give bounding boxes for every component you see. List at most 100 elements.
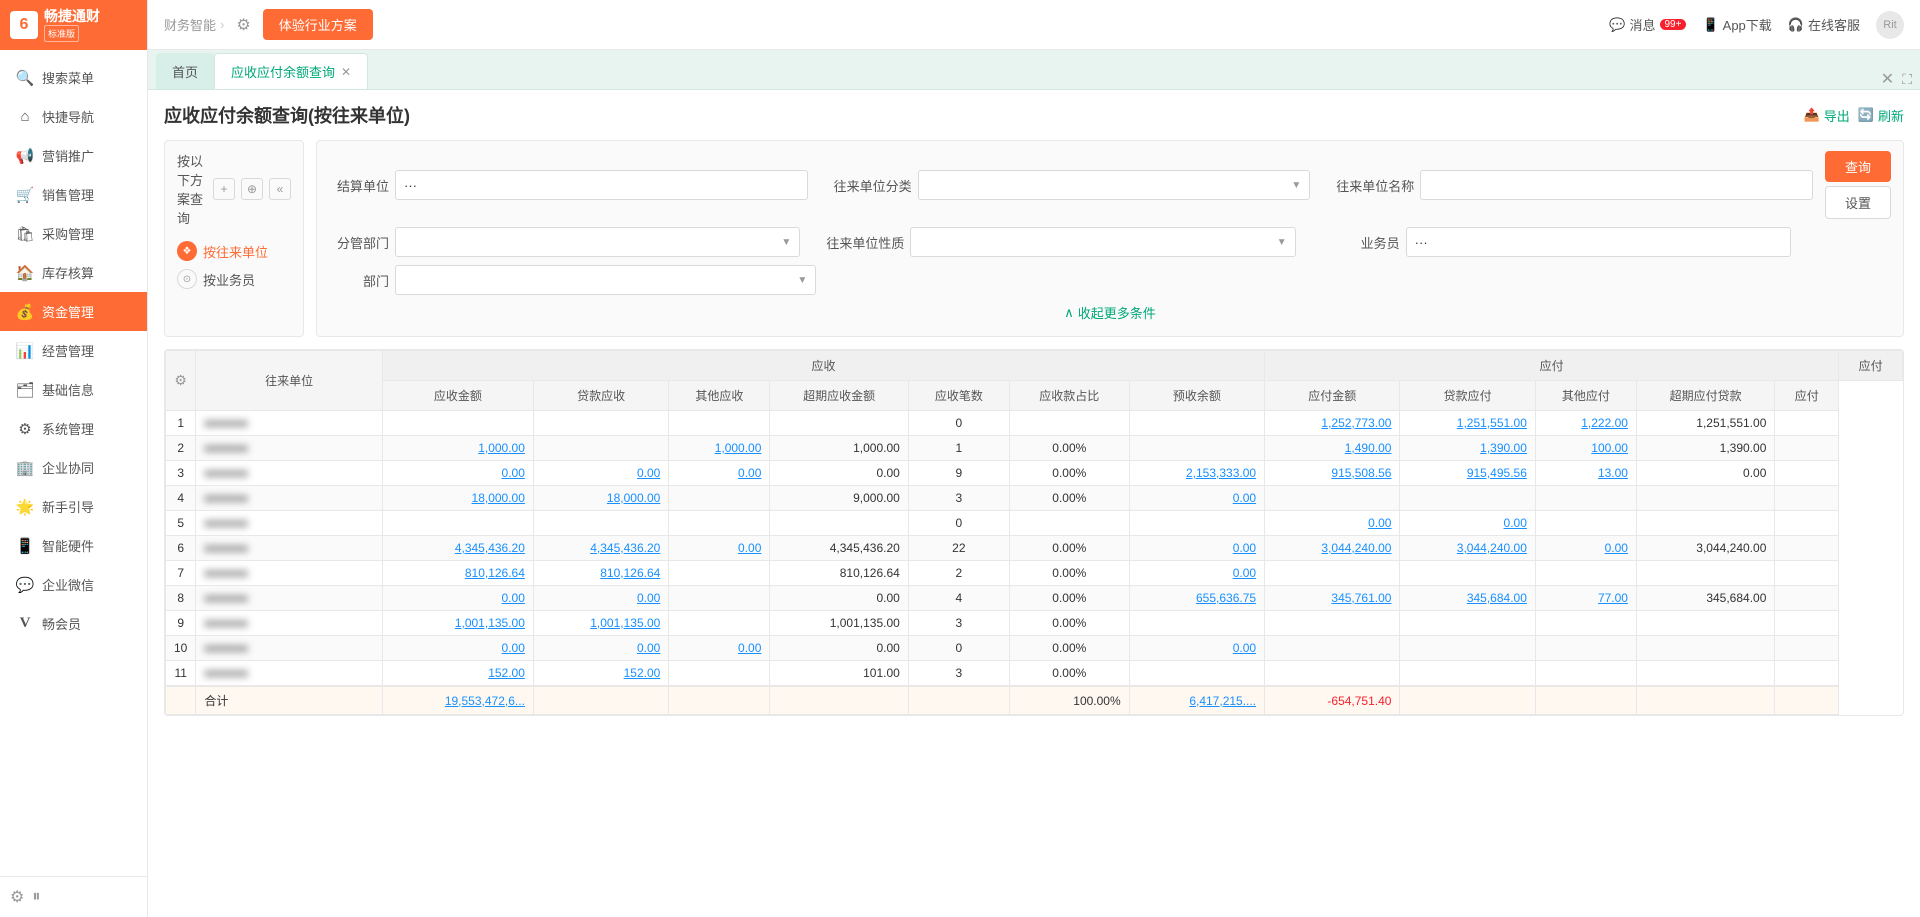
th-ap-loan: 贷款应付 [1400,381,1535,411]
settings-bottom-icon[interactable]: ⚙ [10,887,24,907]
footer-ar-amount[interactable]: 19,553,472,6... [382,686,533,715]
th-ar-loan: 贷款应收 [533,381,668,411]
refresh-button[interactable]: 🔄 刷新 [1858,106,1904,125]
th-ap-group: 应付 [1265,351,1839,381]
header-right: 💬 消息 99+ 📱 App下载 🎧 在线客服 Rit [1609,11,1904,39]
tab-bar: 首页 应收应付余额查询 ✕ ✕ ⛶ [148,50,1920,90]
logo-icon: 6 [10,11,38,39]
collapse-button[interactable]: ∧ 收起更多条件 [329,299,1891,326]
table-row: 11●●●●●●152.00152.00101.0030.00% [166,661,1903,687]
sidebar-item-inventory[interactable]: 🏠 库存核算 [0,253,147,292]
scheme-salesman-icon: ⊙ [177,269,197,289]
collapse-icon: ∧ [1064,305,1074,321]
footer-ap-other [1535,686,1636,715]
data-table: ⚙ 往来单位 应收 应付 应付 应收金额 贷款应收 其他应收 超期应收金额 应收… [165,350,1903,715]
footer-no [166,686,196,715]
filter-settings-icon[interactable]: ⊕ [241,178,263,200]
purchase-icon: 🛍 [16,225,34,243]
table-row: 4●●●●●●18,000.0018,000.009,000.0030.00%0… [166,486,1903,511]
scheme-by-partner[interactable]: ❖ 按往来单位 [177,237,291,265]
sidebar-item-guide[interactable]: 🌟 新手引导 [0,487,147,526]
th-ap-amount: 应付金额 [1265,381,1400,411]
footer-ap-more [1775,686,1839,715]
wechat-icon: 💬 [16,576,34,594]
table-row: 6●●●●●●4,345,436.204,345,436.200.004,345… [166,536,1903,561]
vip-icon: V [16,615,34,633]
filter-collapse-icon[interactable]: « [269,178,291,200]
user-avatar[interactable]: Rit [1876,11,1904,39]
basic-icon: 🗂 [16,381,34,399]
th-ap-other: 其他应付 [1535,381,1636,411]
table-row: 1●●●●●●01,252,773.001,251,551.001,222.00… [166,411,1903,436]
sidebar-item-marketing[interactable]: 📢 营销推广 [0,136,147,175]
tab-close-icon[interactable]: ✕ [341,65,351,79]
settings-button[interactable]: 设置 [1825,186,1891,219]
label-salesman: 业务员 [1320,233,1400,252]
guide-icon: 🌟 [16,498,34,516]
tab-home[interactable]: 首页 [156,53,214,89]
sidebar-item-search[interactable]: 🔍 搜索菜单 [0,58,147,97]
filter-add-icon[interactable]: + [213,178,235,200]
input-settlement[interactable]: ··· [395,170,808,200]
search-icon: 🔍 [16,69,34,87]
dropdown-arrow-dept2: ▼ [797,275,807,286]
dropdown-arrow-cat: ▼ [1291,180,1301,191]
trial-button[interactable]: 体验行业方案 [263,9,373,40]
input-partner-nature[interactable]: ▼ [910,227,1295,257]
sidebar-item-system[interactable]: ⚙ 系统管理 [0,409,147,448]
th-ap-more: 应付 [1839,351,1903,381]
input-dept-head[interactable]: ▼ [395,227,800,257]
input-partner-cat[interactable]: ▼ [918,170,1311,200]
sidebar-item-hardware[interactable]: 📱 智能硬件 [0,526,147,565]
scheme-by-salesman[interactable]: ⊙ 按业务员 [177,265,291,293]
collapse-bottom-icon[interactable]: ⏸ [32,888,40,906]
sidebar-item-wechat[interactable]: 💬 企业微信 [0,565,147,604]
footer-ap-amount: -654,751.40 [1265,686,1400,715]
tab-ar-ap[interactable]: 应收应付余额查询 ✕ [214,53,368,89]
window-expand-icon[interactable]: ⛶ [1902,71,1912,88]
table-row: 2●●●●●●1,000.001,000.001,000.0010.00%1,4… [166,436,1903,461]
table-row: 10●●●●●●0.000.000.000.0000.00%0.00 [166,636,1903,661]
sidebar-item-operation[interactable]: 📊 经营管理 [0,331,147,370]
input-salesman[interactable]: ··· [1406,227,1791,257]
th-ar-overdue: 超期应收金额 [770,381,908,411]
label-dept-head: 分管部门 [329,233,389,252]
page-title: 应收应付余额查询(按往来单位) [164,102,410,128]
app-download-icon: 📱 [1702,17,1718,33]
table-row: 5●●●●●●00.000.00 [166,511,1903,536]
table-settings-icon[interactable]: ⚙ [174,372,187,388]
corp-icon: 🏢 [16,459,34,477]
input-dept[interactable]: ▼ [395,265,816,295]
sidebar-item-purchase[interactable]: 🛍 采购管理 [0,214,147,253]
operation-icon: 📊 [16,342,34,360]
footer-ar-prepay[interactable]: 6,417,215.... [1129,686,1264,715]
window-close-icon[interactable]: ✕ [1881,69,1894,89]
header-gear-icon[interactable]: ⚙ [236,15,250,35]
sidebar-item-basic[interactable]: 🗂 基础信息 [0,370,147,409]
query-button[interactable]: 查询 [1825,151,1891,182]
export-button[interactable]: 📤 导出 [1804,106,1850,125]
page-actions: 📤 导出 🔄 刷新 [1804,106,1904,125]
hardware-icon: 📱 [16,537,34,555]
th-ap-more-col: 应付 [1775,381,1839,411]
table-row: 3●●●●●●0.000.000.000.0090.00%2,153,333.0… [166,461,1903,486]
table-footer-row: 合计 19,553,472,6... 100.00% 6,417,215....… [166,686,1903,715]
system-icon: ⚙ [16,420,34,438]
th-ar-other: 其他应收 [669,381,770,411]
message-button[interactable]: 💬 消息 99+ [1609,15,1686,34]
input-partner-name[interactable] [1420,170,1813,200]
service-button[interactable]: 🎧 在线客服 [1788,15,1860,34]
app-download-button[interactable]: 📱 App下载 [1702,15,1771,34]
sidebar-item-vip[interactable]: V 畅会员 [0,604,147,643]
sidebar-item-quick[interactable]: ⌂ 快捷导航 [0,97,147,136]
sidebar-item-sales[interactable]: 🛒 销售管理 [0,175,147,214]
main-content: 应收应付余额查询(按往来单位) 📤 导出 🔄 刷新 按以下方案查询 + [148,90,1920,917]
label-partner-nature: 往来单位性质 [824,233,904,252]
sidebar-item-corp[interactable]: 🏢 企业协同 [0,448,147,487]
footer-ar-other [669,686,770,715]
footer-ap-overdue [1636,686,1774,715]
breadcrumb-arrow: › [220,17,224,32]
filter-scheme-panel: 按以下方案查询 + ⊕ « ❖ 按往来单位 ⊙ 按业务员 [164,140,304,337]
sidebar-item-finance[interactable]: 💰 资金管理 [0,292,147,331]
footer-ar-ratio: 100.00% [1009,686,1129,715]
